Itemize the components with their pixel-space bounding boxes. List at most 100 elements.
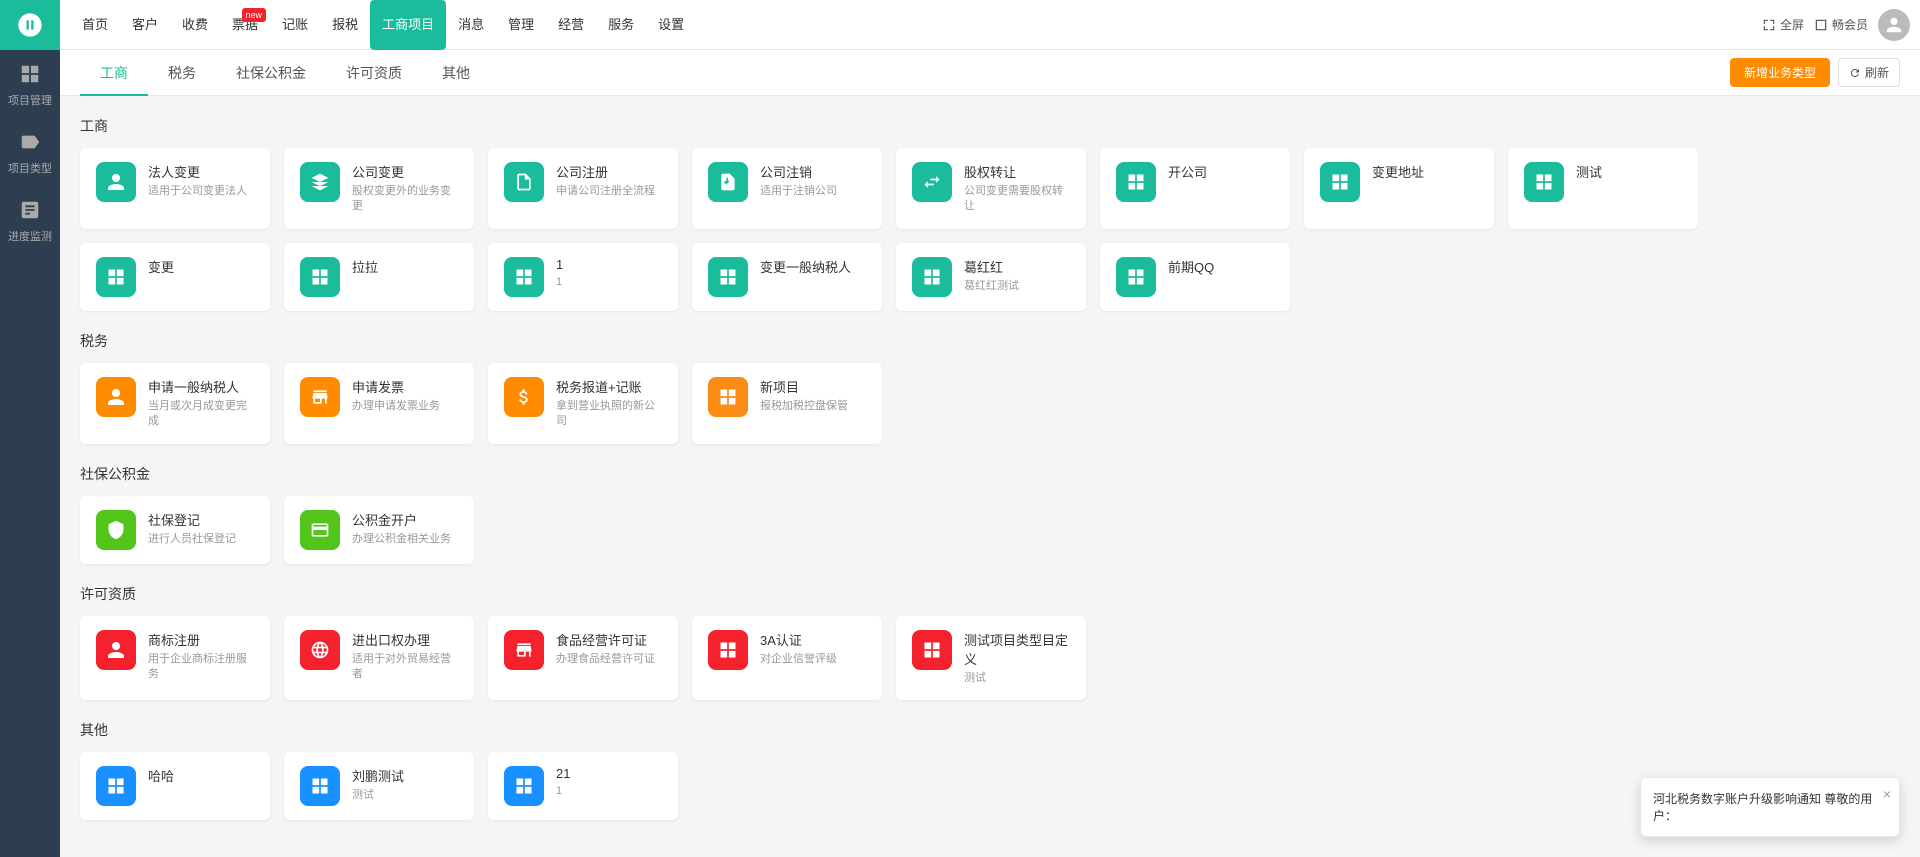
card-change-address[interactable]: 变更地址	[1304, 148, 1494, 229]
nav-manage[interactable]: 管理	[496, 0, 546, 50]
card-info-company-change: 公司变更 股权变更外的业务变更	[352, 162, 458, 215]
notification-close-button[interactable]: ×	[1883, 786, 1891, 802]
card-trademark-reg[interactable]: 商标注册 用于企业商标注册服务	[80, 616, 270, 700]
card-import-export[interactable]: 进出口权办理 适用于对外贸易经营者	[284, 616, 474, 700]
card-gehong[interactable]: 葛红红 葛红红测试	[896, 243, 1086, 311]
card-icon-trademark-reg	[96, 630, 136, 670]
sidebar-label-progress-monitor: 进度监测	[8, 228, 52, 244]
card-haha[interactable]: 哈哈	[80, 752, 270, 820]
card-apply-invoice[interactable]: 申请发票 办理申请发票业务	[284, 363, 474, 444]
card-info-lala: 拉拉	[352, 257, 458, 279]
card-food-license[interactable]: 食品经营许可证 办理食品经营许可证	[488, 616, 678, 700]
card-info-import-export: 进出口权办理 适用于对外贸易经营者	[352, 630, 458, 683]
card-change2[interactable]: 变更	[80, 243, 270, 311]
card-icon-fund-open	[300, 510, 340, 550]
nav-home[interactable]: 首页	[70, 0, 120, 50]
card-fund-open[interactable]: 公积金开户 办理公积金相关业务	[284, 496, 474, 564]
section-title-other: 其他	[80, 720, 1900, 740]
card-one[interactable]: 1 1	[488, 243, 678, 311]
nav-message[interactable]: 消息	[446, 0, 496, 50]
card-test-type-def[interactable]: 测试项目类型目定义 测试	[896, 616, 1086, 700]
card-icon-import-export	[300, 630, 340, 670]
card-equity-transfer[interactable]: 股权转让 公司变更需要股权转让	[896, 148, 1086, 229]
chart-icon	[16, 196, 44, 224]
sidebar-label-project-manage: 项目管理	[8, 92, 52, 108]
topnav-right: 全屏 畅会员	[1762, 9, 1910, 41]
cards-grid-license: 商标注册 用于企业商标注册服务 进出口权办理 适用于对外贸易经营者	[80, 616, 1900, 700]
avatar[interactable]	[1878, 9, 1910, 41]
card-icon-food-license	[504, 630, 544, 670]
card-icon-change-address	[1320, 162, 1360, 202]
card-icon-company-reg	[504, 162, 544, 202]
card-info-change2: 变更	[148, 257, 254, 279]
card-info-liupeng-test: 刘鹏测试 测试	[352, 766, 458, 803]
card-info-company-cancel: 公司注销 适用于注销公司	[760, 162, 866, 199]
card-social-reg[interactable]: 社保登记 进行人员社保登记	[80, 496, 270, 564]
main-area: 首页 客户 收费 票据 new 记账 报税 工商项目 消息 管理 经营 服务 设…	[60, 0, 1920, 857]
card-info-haha: 哈哈	[148, 766, 254, 788]
subtab-bizreg[interactable]: 工商	[80, 50, 148, 96]
card-icon-gehong	[912, 257, 952, 297]
card-icon-one	[504, 257, 544, 297]
section-title-license: 许可资质	[80, 584, 1900, 604]
sidebar-item-project-type[interactable]: 项目类型	[0, 118, 60, 186]
card-open-company[interactable]: 开公司	[1100, 148, 1290, 229]
card-info-company-reg: 公司注册 申请公司注册全流程	[556, 162, 662, 199]
nav-customer[interactable]: 客户	[120, 0, 170, 50]
card-company-reg[interactable]: 公司注册 申请公司注册全流程	[488, 148, 678, 229]
card-lala[interactable]: 拉拉	[284, 243, 474, 311]
card-info-change-tax: 变更一般纳税人	[760, 257, 866, 279]
page-body: 工商 法人变更 适用于公司变更法人 公司变更	[60, 96, 1920, 857]
new-badge: new	[242, 8, 267, 22]
card-test[interactable]: 测试	[1508, 148, 1698, 229]
nav-billing[interactable]: 收费	[170, 0, 220, 50]
nav-settings[interactable]: 设置	[646, 0, 696, 50]
card-company-cancel[interactable]: 公司注销 适用于注销公司	[692, 148, 882, 229]
grid-icon	[16, 60, 44, 88]
subtab-social[interactable]: 社保公积金	[216, 50, 326, 96]
card-info-new-project: 新项目 报税加税控盘保管	[760, 377, 866, 414]
nav-service[interactable]: 服务	[596, 0, 646, 50]
card-info-change-address: 变更地址	[1372, 162, 1478, 184]
nav-operation[interactable]: 经营	[546, 0, 596, 50]
new-type-button[interactable]: 新增业务类型	[1730, 58, 1830, 87]
card-qianqi-qq[interactable]: 前期QQ	[1100, 243, 1290, 311]
member-btn[interactable]: 畅会员	[1814, 16, 1868, 33]
card-liupeng-test[interactable]: 刘鹏测试 测试	[284, 752, 474, 820]
card-change-tax[interactable]: 变更一般纳税人	[692, 243, 882, 311]
subtab-bar: 工商 税务 社保公积金 许可资质 其他 新增业务类型 刷新	[60, 50, 1920, 96]
content-area: 工商 税务 社保公积金 许可资质 其他 新增业务类型 刷新 工商	[60, 50, 1920, 857]
subtab-license[interactable]: 许可资质	[326, 50, 422, 96]
section-title-bizreg: 工商	[80, 116, 1900, 136]
card-icon-legal-change	[96, 162, 136, 202]
nav-ticket[interactable]: 票据 new	[220, 0, 270, 50]
card-info-food-license: 食品经营许可证 办理食品经营许可证	[556, 630, 662, 667]
card-info-legal-change: 法人变更 适用于公司变更法人	[148, 162, 254, 199]
member-label: 畅会员	[1832, 16, 1868, 33]
nav-accounting[interactable]: 记账	[270, 0, 320, 50]
sidebar-item-progress-monitor[interactable]: 进度监测	[0, 186, 60, 254]
subtab-tax[interactable]: 税务	[148, 50, 216, 96]
card-legal-change[interactable]: 法人变更 适用于公司变更法人	[80, 148, 270, 229]
card-icon-qianqi-qq	[1116, 257, 1156, 297]
card-new-project[interactable]: 新项目 报税加税控盘保管	[692, 363, 882, 444]
card-company-change[interactable]: 公司变更 股权变更外的业务变更	[284, 148, 474, 229]
nav-tax[interactable]: 报税	[320, 0, 370, 50]
nav-bizproject[interactable]: 工商项目	[370, 0, 446, 50]
fullscreen-btn[interactable]: 全屏	[1762, 16, 1804, 33]
subtab-other[interactable]: 其他	[422, 50, 490, 96]
card-icon-new-project	[708, 377, 748, 417]
card-3a-cert[interactable]: 3A认证 对企业信誉评级	[692, 616, 882, 700]
refresh-button[interactable]: 刷新	[1838, 58, 1900, 87]
card-icon-twenty-one	[504, 766, 544, 806]
card-icon-lala	[300, 257, 340, 297]
topnav: 首页 客户 收费 票据 new 记账 报税 工商项目 消息 管理 经营 服务 设…	[60, 0, 1920, 50]
app-logo	[0, 0, 60, 50]
card-apply-general-tax[interactable]: 申请一般纳税人 当月或次月成变更完成	[80, 363, 270, 444]
sidebar-item-project-manage[interactable]: 项目管理	[0, 50, 60, 118]
card-twenty-one[interactable]: 21 1	[488, 752, 678, 820]
card-tax-report-accounting[interactable]: 税务报道+记账 拿到营业执照的新公司	[488, 363, 678, 444]
cards-grid-social: 社保登记 进行人员社保登记 公积金开户 办理公积金相关业务	[80, 496, 1900, 564]
card-info-trademark-reg: 商标注册 用于企业商标注册服务	[148, 630, 254, 683]
card-info-gehong: 葛红红 葛红红测试	[964, 257, 1070, 294]
